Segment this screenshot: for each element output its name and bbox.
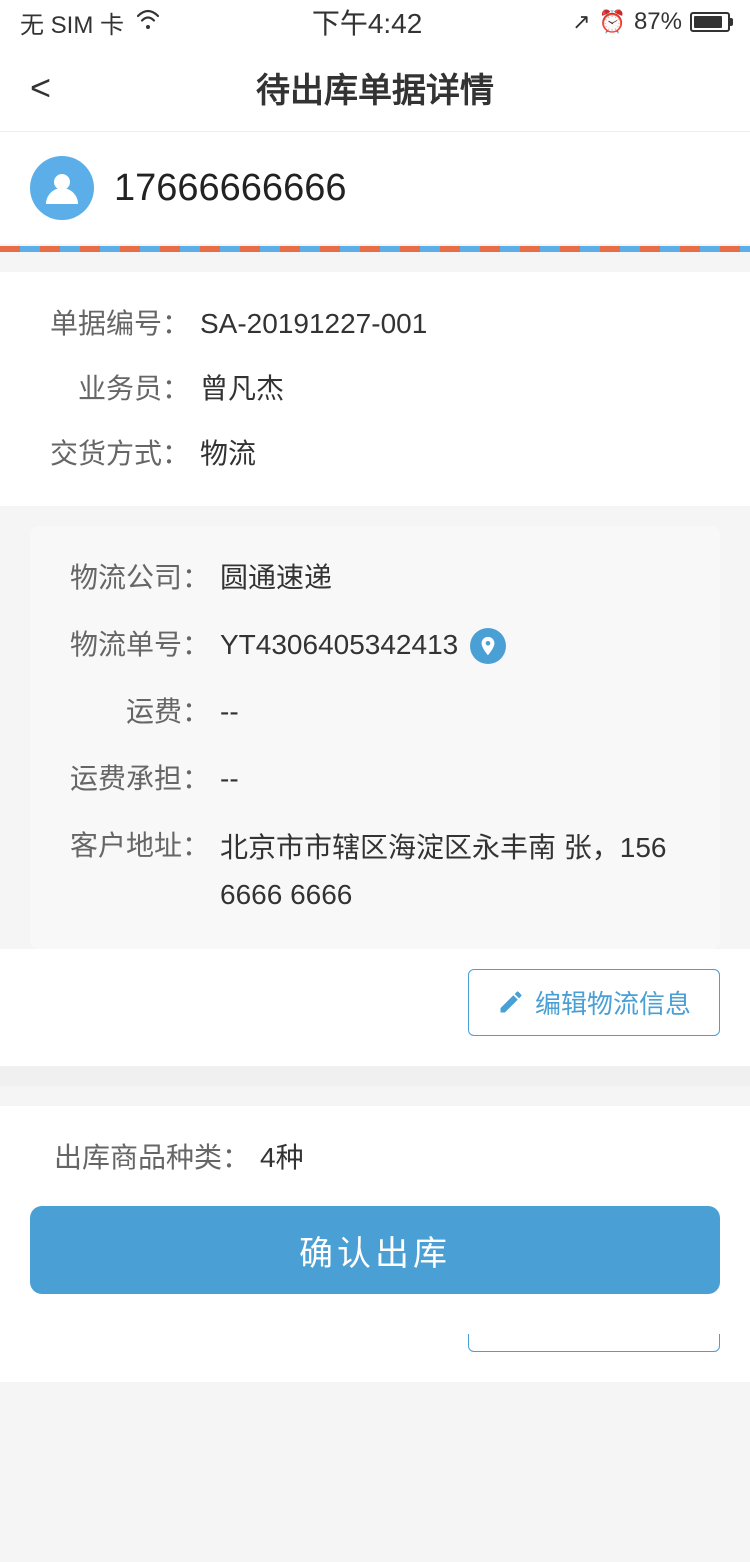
freight-bear-row: 运费承担： --	[60, 757, 690, 802]
order-info-section: 单据编号： SA-20191227-001 业务员： 曾凡杰 交货方式： 物流	[0, 272, 750, 506]
nav-bar: < 待出库单据详情	[0, 44, 750, 132]
salesman-row: 业务员： 曾凡杰	[40, 367, 710, 412]
status-bar: 无 SIM 卡 下午4:42 ↗ ⏰ 87%	[0, 0, 750, 44]
person-icon	[42, 168, 82, 208]
confirm-outbound-button[interactable]: 确认出库	[30, 1206, 720, 1294]
status-left: 无 SIM 卡	[20, 5, 162, 40]
location-icon: ↗	[572, 9, 590, 35]
logistics-tracking-label: 物流单号：	[60, 623, 220, 668]
delivery-value: 物流	[200, 432, 710, 477]
location-pin-icon[interactable]	[470, 628, 506, 664]
freight-row: 运费： --	[60, 690, 690, 735]
freight-bear-label: 运费承担：	[60, 757, 220, 802]
doc-no-label: 单据编号：	[40, 302, 200, 347]
logistics-company-label: 物流公司：	[60, 556, 220, 601]
logistics-company-row: 物流公司： 圆通速递	[60, 556, 690, 601]
battery-percent: 87%	[634, 8, 682, 36]
edit-logistics-label: 编辑物流信息	[535, 984, 691, 1021]
edit-icon	[497, 988, 525, 1016]
content-spacer	[0, 1382, 750, 1562]
back-button[interactable]: <	[30, 67, 90, 109]
wifi-icon	[134, 8, 162, 36]
goods-types-row: 出库商品种类： 4种	[40, 1136, 710, 1181]
address-row: 客户地址： 北京市市辖区海淀区永丰南 张，156 6666 6666	[60, 824, 690, 919]
address-value: 北京市市辖区海淀区永丰南 张，156 6666 6666	[220, 824, 690, 919]
alarm-icon: ⏰	[599, 9, 626, 35]
delivery-label: 交货方式：	[40, 432, 200, 477]
separator	[0, 1066, 750, 1086]
user-header: 17666666666	[0, 132, 750, 244]
goods-types-value: 4种	[260, 1136, 710, 1181]
freight-label: 运费：	[60, 690, 220, 735]
doc-no-row: 单据编号： SA-20191227-001	[40, 302, 710, 347]
battery-icon	[690, 12, 730, 32]
logistics-tracking-value: YT43064053424​13	[220, 623, 690, 668]
goods-types-label: 出库商品种类：	[40, 1136, 260, 1181]
salesman-value: 曾凡杰	[200, 367, 710, 412]
bottom-bar: 确认出库	[0, 1186, 750, 1334]
dashed-divider	[0, 246, 750, 252]
page-title: 待出库单据详情	[256, 63, 494, 112]
salesman-label: 业务员：	[40, 367, 200, 412]
logistics-card: 物流公司： 圆通速递 物流单号： YT43064053424​13 运费： --…	[30, 526, 720, 948]
carrier-label: 无 SIM 卡	[20, 5, 124, 40]
freight-value: --	[220, 690, 690, 735]
freight-bear-value: --	[220, 757, 690, 802]
logistics-tracking-row: 物流单号： YT43064053424​13	[60, 623, 690, 668]
status-time: 下午4:42	[312, 2, 423, 42]
edit-btn-container: 编辑物流信息	[0, 949, 750, 1066]
avatar	[30, 156, 94, 220]
status-right: ↗ ⏰ 87%	[572, 8, 730, 36]
user-phone: 17666666666	[114, 167, 346, 210]
delivery-row: 交货方式： 物流	[40, 432, 710, 477]
logistics-company-value: 圆通速递	[220, 556, 690, 601]
address-label: 客户地址：	[60, 824, 220, 869]
edit-logistics-button[interactable]: 编辑物流信息	[468, 969, 720, 1036]
doc-no-value: SA-20191227-001	[200, 302, 710, 347]
